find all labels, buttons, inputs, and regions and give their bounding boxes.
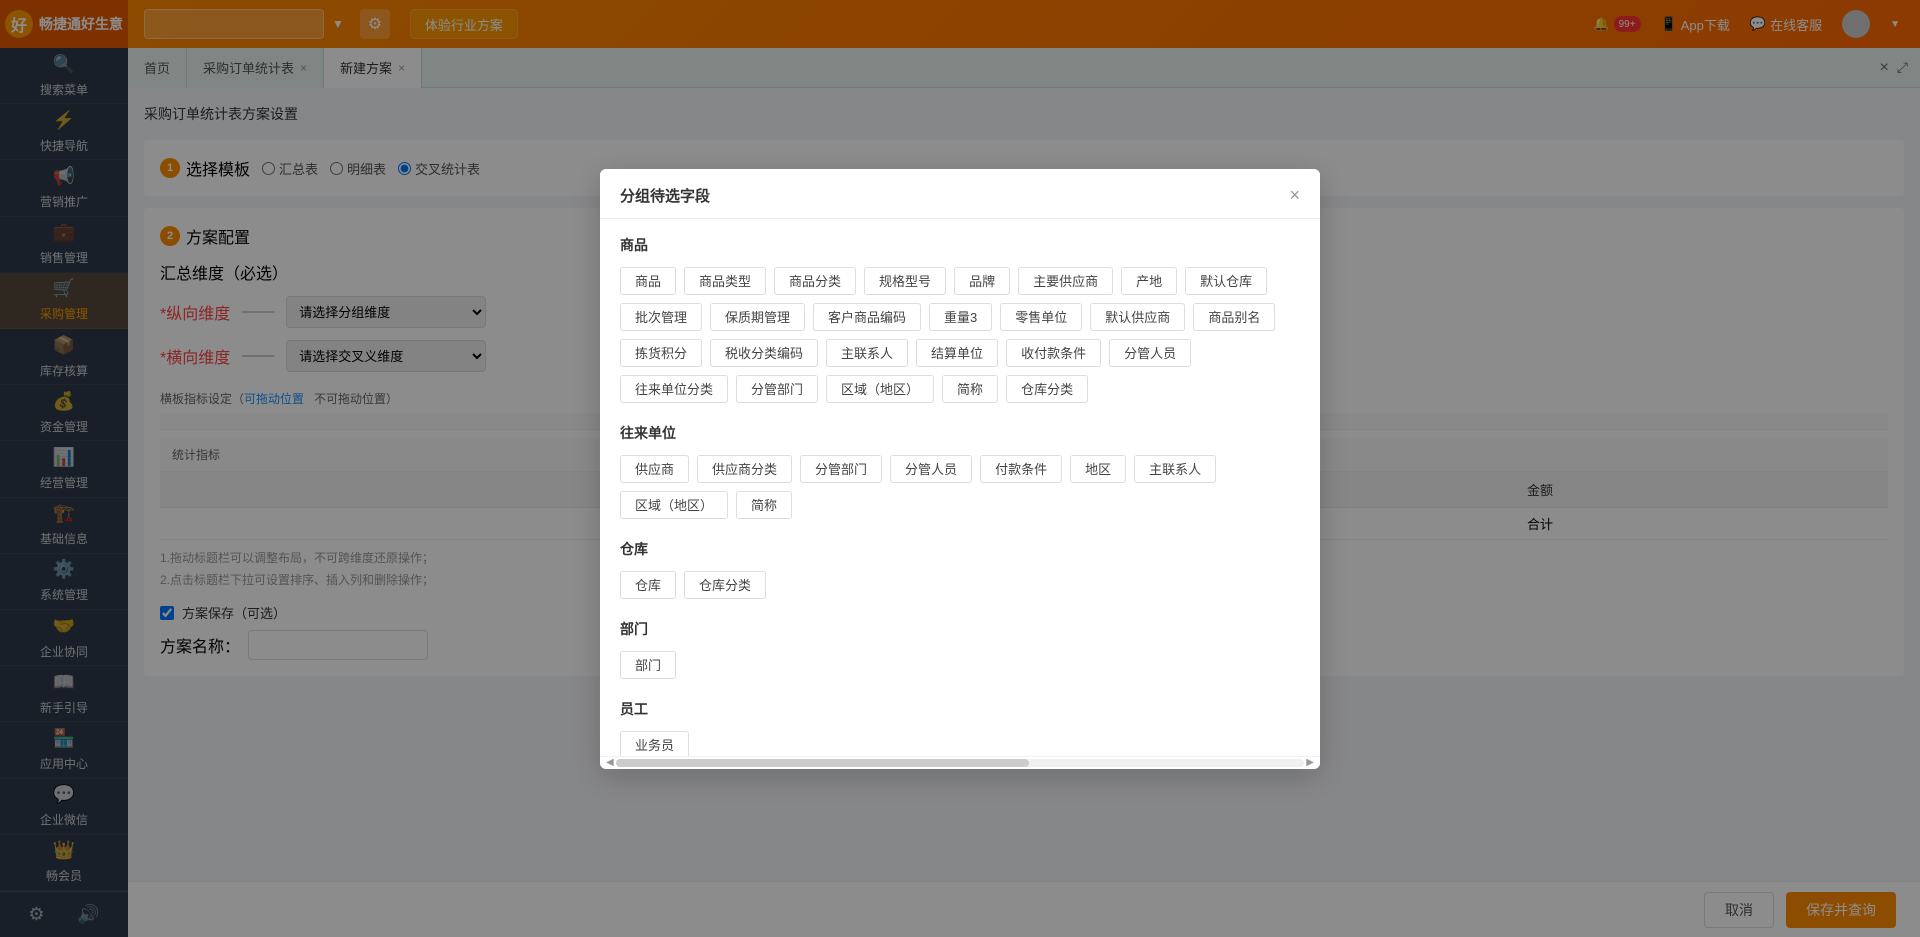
field-tag[interactable]: 仓库分类 <box>684 571 766 599</box>
field-tag[interactable]: 商品分类 <box>774 267 856 295</box>
field-group-部门: 部门部门 <box>620 619 1300 679</box>
field-tag[interactable]: 主联系人 <box>1134 455 1216 483</box>
field-tag[interactable]: 结算单位 <box>916 339 998 367</box>
field-tags-部门: 部门 <box>620 651 1300 679</box>
scroll-left-arrow[interactable]: ◀ <box>604 757 616 768</box>
field-tag[interactable]: 付款条件 <box>980 455 1062 483</box>
field-group-员工: 员工业务员 <box>620 699 1300 757</box>
field-tag[interactable]: 分管人员 <box>1109 339 1191 367</box>
field-tag[interactable]: 区域（地区） <box>620 491 728 519</box>
field-tags-仓库: 仓库仓库分类 <box>620 571 1300 599</box>
modal-header: 分组待选字段 × <box>600 169 1320 219</box>
field-group-商品: 商品商品商品类型商品分类规格型号品牌主要供应商产地默认仓库批次管理保质期管理客户… <box>620 235 1300 403</box>
scroll-track <box>616 759 1305 767</box>
modal-close-button[interactable]: × <box>1289 186 1300 204</box>
field-tag[interactable]: 部门 <box>620 651 676 679</box>
field-tag[interactable]: 仓库分类 <box>1006 375 1088 403</box>
field-tag[interactable]: 批次管理 <box>620 303 702 331</box>
field-tag[interactable]: 客户商品编码 <box>813 303 921 331</box>
field-tag[interactable]: 地区 <box>1070 455 1126 483</box>
field-tag[interactable]: 区域（地区） <box>826 375 934 403</box>
field-tag[interactable]: 仓库 <box>620 571 676 599</box>
modal-title: 分组待选字段 <box>620 185 710 206</box>
field-tag[interactable]: 简称 <box>942 375 998 403</box>
field-tag[interactable]: 品牌 <box>954 267 1010 295</box>
field-tags-员工: 业务员 <box>620 731 1300 757</box>
field-tag[interactable]: 商品 <box>620 267 676 295</box>
field-group-title: 部门 <box>620 619 1300 639</box>
field-tag[interactable]: 零售单位 <box>1000 303 1082 331</box>
field-group-仓库: 仓库仓库仓库分类 <box>620 539 1300 599</box>
field-tags-商品: 商品商品类型商品分类规格型号品牌主要供应商产地默认仓库批次管理保质期管理客户商品… <box>620 267 1300 403</box>
field-tag[interactable]: 供应商 <box>620 455 689 483</box>
field-tag[interactable]: 重量3 <box>929 303 992 331</box>
modal-scrollbar: ◀ ▶ <box>600 756 1320 768</box>
field-group-title: 商品 <box>620 235 1300 255</box>
field-tag[interactable]: 分管部门 <box>800 455 882 483</box>
modal-field-picker: 分组待选字段 × 商品商品商品类型商品分类规格型号品牌主要供应商产地默认仓库批次… <box>600 169 1320 769</box>
field-tag[interactable]: 产地 <box>1121 267 1177 295</box>
field-tag[interactable]: 供应商分类 <box>697 455 792 483</box>
field-group-title: 仓库 <box>620 539 1300 559</box>
field-tag[interactable]: 业务员 <box>620 731 689 757</box>
field-tag[interactable]: 规格型号 <box>864 267 946 295</box>
field-tag[interactable]: 商品类型 <box>684 267 766 295</box>
field-tag[interactable]: 分管人员 <box>890 455 972 483</box>
field-group-title: 员工 <box>620 699 1300 719</box>
field-tag[interactable]: 分管部门 <box>736 375 818 403</box>
scroll-thumb[interactable] <box>616 759 1029 767</box>
field-tag[interactable]: 保质期管理 <box>710 303 805 331</box>
field-tag[interactable]: 简称 <box>736 491 792 519</box>
field-tags-往来单位: 供应商供应商分类分管部门分管人员付款条件地区主联系人区域（地区） 简称 <box>620 455 1300 519</box>
modal-body: 商品商品商品类型商品分类规格型号品牌主要供应商产地默认仓库批次管理保质期管理客户… <box>600 219 1320 757</box>
field-tag[interactable]: 拣货积分 <box>620 339 702 367</box>
scroll-right-arrow[interactable]: ▶ <box>1304 757 1316 768</box>
field-tag[interactable]: 默认仓库 <box>1185 267 1267 295</box>
field-group-title: 往来单位 <box>620 423 1300 443</box>
field-group-往来单位: 往来单位供应商供应商分类分管部门分管人员付款条件地区主联系人区域（地区） 简称 <box>620 423 1300 519</box>
field-tag[interactable]: 主要供应商 <box>1018 267 1113 295</box>
field-tag[interactable]: 商品别名 <box>1193 303 1275 331</box>
field-tag[interactable]: 主联系人 <box>826 339 908 367</box>
field-tag[interactable]: 默认供应商 <box>1090 303 1185 331</box>
field-tag[interactable]: 税收分类编码 <box>710 339 818 367</box>
field-tag[interactable]: 往来单位分类 <box>620 375 728 403</box>
field-tag[interactable]: 收付款条件 <box>1006 339 1101 367</box>
